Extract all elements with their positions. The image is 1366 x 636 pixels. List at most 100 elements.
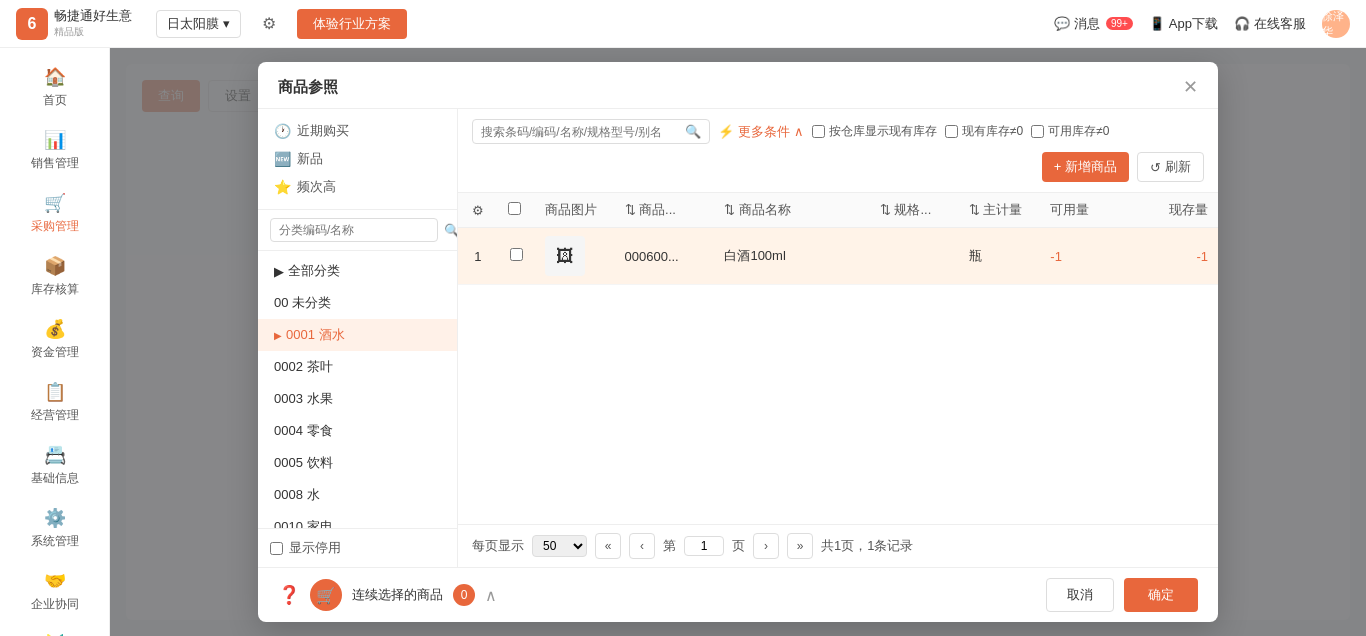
quick-new[interactable]: 🆕 新品: [270, 145, 445, 173]
warehouse-checkbox[interactable]: [812, 125, 825, 138]
page-size-select[interactable]: 50 10 20 100: [532, 535, 587, 557]
cat-bottom: 显示停用: [258, 528, 457, 567]
sidebar-item-base-info[interactable]: 📇 基础信息: [0, 434, 109, 497]
add-product-button[interactable]: + 新增商品: [1042, 152, 1129, 182]
search-icon[interactable]: 🔍: [685, 124, 701, 139]
operations-icon: 📋: [44, 381, 66, 403]
sidebar-item-finance[interactable]: 💰 资金管理: [0, 308, 109, 371]
show-disabled-label[interactable]: 显示停用: [289, 539, 341, 557]
sidebar-item-enterprise[interactable]: 🤝 企业协同: [0, 560, 109, 623]
quick-filters: 🕐 近期购买 🆕 新品 ⭐ 频次高: [258, 109, 457, 210]
cat-unclassified[interactable]: 00 未分类: [258, 287, 457, 319]
frequent-icon: ⭐: [274, 179, 291, 195]
col-name[interactable]: ⇅ 商品名称: [714, 193, 869, 228]
col-stock[interactable]: 现存量: [1129, 193, 1218, 228]
sidebar-item-inventory[interactable]: 📦 库存核算: [0, 245, 109, 308]
cat-fruit[interactable]: 0003 水果: [258, 383, 457, 415]
row-no: 1: [458, 228, 498, 285]
category-search-input[interactable]: [270, 218, 438, 242]
top-nav: 6 畅捷通好生意 精品版 日太阳膜 ▾ ⚙ 体验行业方案 💬 消息 99+ 📱 …: [0, 0, 1366, 48]
cat-all[interactable]: ▶ 全部分类: [258, 255, 457, 287]
nav-app-download[interactable]: 📱 App下载: [1149, 15, 1218, 33]
row-stock: -1: [1129, 228, 1218, 285]
product-panel: 🔍 ⚡ 更多条件 ∧ 按仓库显示现有库存: [458, 109, 1218, 567]
nav-selector[interactable]: 日太阳膜 ▾: [156, 10, 241, 38]
trial-button[interactable]: 体验行业方案: [297, 9, 407, 39]
next-page-button[interactable]: ›: [753, 533, 779, 559]
row-spec: [870, 228, 959, 285]
first-page-button[interactable]: «: [595, 533, 621, 559]
collapse-footer-icon[interactable]: ∧: [485, 586, 497, 605]
col-unit[interactable]: ⇅ 主计量: [959, 193, 1041, 228]
mobile-icon: 📱: [1149, 16, 1165, 31]
cat-liquor[interactable]: ▶ 0001 酒水: [258, 319, 457, 351]
quick-recent[interactable]: 🕐 近期购买: [270, 117, 445, 145]
product-table-body: 1 🖼 000600... 白酒100ml: [458, 228, 1218, 285]
sidebar-item-sales[interactable]: 📊 销售管理: [0, 119, 109, 182]
close-icon[interactable]: ✕: [1183, 76, 1198, 98]
show-disabled-checkbox[interactable]: [270, 542, 283, 555]
row-code: 000600...: [615, 228, 715, 285]
available-filter[interactable]: 现有库存≠0: [945, 123, 1023, 140]
filter-more-button[interactable]: ⚡ 更多条件 ∧: [718, 123, 804, 141]
sidebar-item-system[interactable]: ⚙️ 系统管理: [0, 497, 109, 560]
sidebar-item-purchase[interactable]: 🛒 采购管理: [0, 182, 109, 245]
nav-message[interactable]: 💬 消息 99+: [1054, 15, 1133, 33]
last-page-button[interactable]: »: [787, 533, 813, 559]
prev-page-button[interactable]: ‹: [629, 533, 655, 559]
select-all-checkbox[interactable]: [508, 202, 521, 215]
confirm-button[interactable]: 确定: [1124, 578, 1198, 612]
cat-water[interactable]: 0008 水: [258, 479, 457, 511]
message-badge: 99+: [1106, 17, 1133, 30]
sidebar-item-operations[interactable]: 📋 经营管理: [0, 371, 109, 434]
usable-filter[interactable]: 可用库存≠0: [1031, 123, 1109, 140]
cart-button[interactable]: 🛒: [310, 579, 342, 611]
available-checkbox[interactable]: [945, 125, 958, 138]
settings-icon[interactable]: ⚙: [253, 8, 285, 40]
sidebar-item-guide[interactable]: 🔰 新手引导: [0, 623, 109, 636]
recent-icon: 🕐: [274, 123, 291, 139]
warehouse-filter[interactable]: 按仓库显示现有库存: [812, 123, 937, 140]
sidebar-item-home[interactable]: 🏠 首页: [0, 56, 109, 119]
expand-icon: ▶: [274, 264, 284, 279]
col-code[interactable]: ⇅ 商品...: [615, 193, 715, 228]
col-available[interactable]: 可用量: [1040, 193, 1129, 228]
product-search-input[interactable]: [481, 125, 681, 139]
search-icon[interactable]: 🔍: [444, 223, 458, 238]
cat-snack[interactable]: 0004 零食: [258, 415, 457, 447]
chevron-down-icon: ▾: [223, 16, 230, 31]
cat-tea[interactable]: 0002 茶叶: [258, 351, 457, 383]
product-toolbar: 🔍 ⚡ 更多条件 ∧ 按仓库显示现有库存: [458, 109, 1218, 193]
filter-icon: ⚡: [718, 124, 734, 139]
row-checkbox-cell: [498, 228, 535, 285]
nav-service[interactable]: 🎧 在线客服: [1234, 15, 1306, 33]
row-available: -1: [1040, 228, 1129, 285]
nav-user[interactable]: 徐泽华: [1322, 10, 1350, 38]
cat-appliance[interactable]: 0010 家电: [258, 511, 457, 528]
usable-checkbox[interactable]: [1031, 125, 1044, 138]
pagination-bar: 每页显示 50 10 20 100 « ‹ 第 页: [458, 524, 1218, 567]
home-icon: 🏠: [44, 66, 66, 88]
row-checkbox[interactable]: [510, 248, 523, 261]
main-layout: 🏠 首页 📊 销售管理 🛒 采购管理 📦 库存核算 💰 资金管理 📋 经营管理 …: [0, 48, 1366, 636]
nav-right: 💬 消息 99+ 📱 App下载 🎧 在线客服 徐泽华: [1054, 10, 1350, 38]
col-settings[interactable]: ⚙: [458, 193, 498, 228]
table-row[interactable]: 1 🖼 000600... 白酒100ml: [458, 228, 1218, 285]
enterprise-icon: 🤝: [44, 570, 66, 592]
col-img: 商品图片: [535, 193, 615, 228]
quick-frequent[interactable]: ⭐ 频次高: [270, 173, 445, 201]
product-search-box: 🔍: [472, 119, 710, 144]
col-checkbox: [498, 193, 535, 228]
product-data-table: ⚙ 商品图片 ⇅ 商品... ⇅ 商品名称 ⇅ 规格... ⇅ 主计量 可用量: [458, 193, 1218, 285]
cancel-button[interactable]: 取消: [1046, 578, 1114, 612]
refresh-button[interactable]: ↺ 刷新: [1137, 152, 1204, 182]
row-unit: 瓶: [959, 228, 1041, 285]
content-area: 查询 设置 刷新 商品参照 ✕: [110, 48, 1366, 636]
col-spec[interactable]: ⇅ 规格...: [870, 193, 959, 228]
help-icon[interactable]: ❓: [278, 584, 300, 606]
cat-drink[interactable]: 0005 饮料: [258, 447, 457, 479]
category-search: 🔍: [258, 210, 457, 251]
avatar: 徐泽华: [1322, 10, 1350, 38]
page-number-input[interactable]: [684, 536, 724, 556]
modal-footer: ❓ 🛒 连续选择的商品 0 ∧ 取消 确定: [258, 567, 1218, 622]
